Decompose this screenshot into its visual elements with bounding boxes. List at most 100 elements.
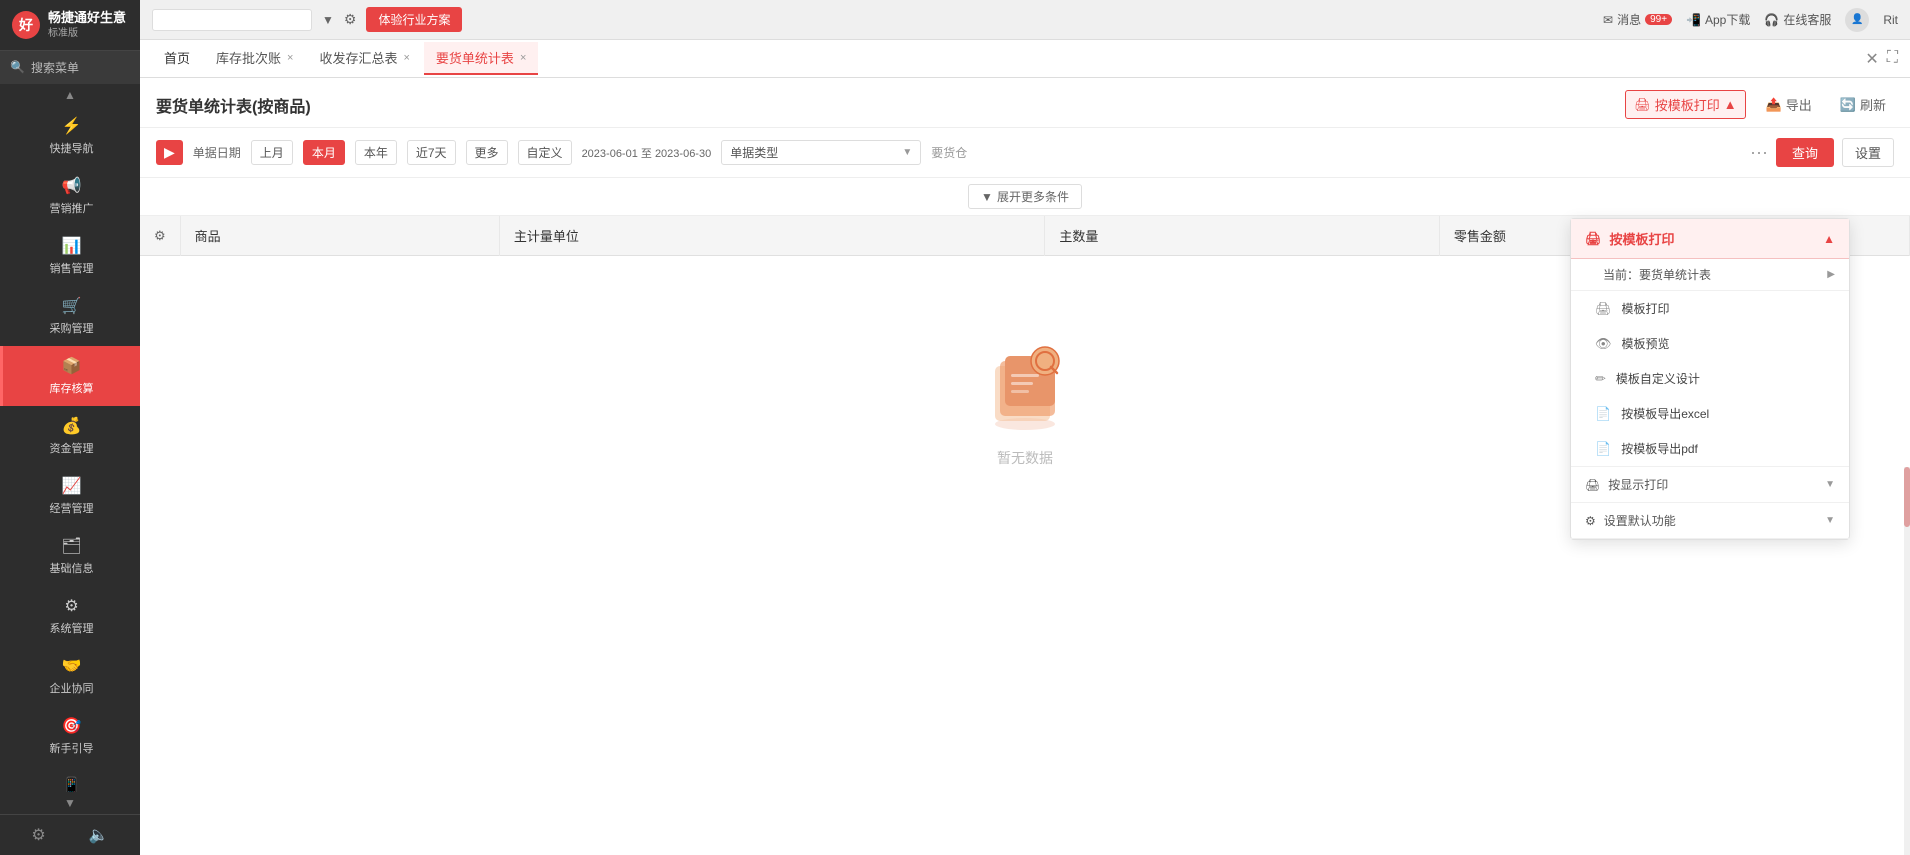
close-tab-collection-summary[interactable]: × — [403, 52, 409, 64]
close-tab-order-statistics[interactable]: × — [520, 52, 526, 64]
tab-collection-summary[interactable]: 收发存汇总表 × — [307, 42, 421, 75]
template-export-excel-item[interactable]: 📄 按模板导出excel — [1571, 396, 1849, 431]
nav-label-operation: 经营管理 — [50, 500, 94, 516]
print-dropdown-collapse-icon: ▲ — [1823, 232, 1835, 246]
print-dropdown-header[interactable]: 🖨 按模板打印 ▲ — [1571, 219, 1849, 259]
tab-batch-account-label: 库存批次账 — [216, 48, 281, 67]
nav-icon-collab: 🤝 — [62, 656, 82, 676]
excel-export-icon: 📄 — [1595, 406, 1611, 422]
print-dropdown-header-left: 🖨 按模板打印 — [1585, 229, 1675, 248]
nav-label-basic-info: 基础信息 — [50, 560, 94, 576]
sidebar-item-sales[interactable]: 📊 销售管理 — [0, 226, 140, 286]
template-export-pdf-item[interactable]: 📄 按模板导出pdf — [1571, 431, 1849, 466]
page-actions: 🖨 按模板打印 ▲ 📤 导出 🔄 刷新 — [1625, 90, 1894, 119]
expand-more-label: 展开更多条件 — [997, 188, 1069, 205]
sidebar-search[interactable]: 🔍 搜索菜单 — [0, 51, 140, 84]
more-options-btn[interactable]: ··· — [1750, 142, 1768, 163]
column-settings-icon[interactable]: ⚙ — [154, 228, 166, 243]
settings-icon[interactable]: ⚙ — [31, 825, 45, 845]
sidebar-item-purchase[interactable]: 🛒 采购管理 — [0, 286, 140, 346]
topbar-search-input[interactable] — [152, 9, 312, 31]
template-print-icon: 🖨 — [1595, 301, 1612, 317]
avatar[interactable]: 👤 — [1845, 8, 1869, 32]
nav-icon-sales: 📊 — [62, 236, 82, 256]
sidebar-item-quick-nav[interactable]: ⚡ 快捷导航 — [0, 106, 140, 166]
date-btn-this-year[interactable]: 本年 — [355, 140, 397, 165]
filter-toggle-btn[interactable]: ▶ — [156, 140, 183, 165]
date-btn-last-month[interactable]: 上月 — [251, 140, 293, 165]
date-filter-label: 单据日期 — [193, 144, 241, 161]
trial-btn[interactable]: 体验行业方案 — [366, 7, 462, 32]
refresh-label: 刷新 — [1860, 95, 1886, 114]
template-preview-item[interactable]: 👁 模板预览 — [1571, 326, 1849, 361]
date-btn-last-7-days[interactable]: 近7天 — [407, 140, 456, 165]
date-btn-custom[interactable]: 自定义 — [518, 140, 572, 165]
speaker-icon[interactable]: 🔈 — [89, 825, 109, 845]
th-goods: 商品 — [180, 216, 499, 256]
tab-close-window-btn[interactable]: ✕ — [1865, 49, 1878, 69]
empty-icon — [975, 336, 1075, 436]
sidebar-logo: 好 畅捷通好生意 标准版 — [0, 0, 140, 51]
app-download-btn[interactable]: 📲 App下载 — [1686, 11, 1750, 28]
sidebar-item-guide[interactable]: 🎯 新手引导 — [0, 706, 140, 766]
tab-order-statistics[interactable]: 要货单统计表 × — [424, 42, 538, 75]
right-scrollbar[interactable] — [1904, 467, 1910, 855]
export-btn[interactable]: 📤 导出 — [1758, 91, 1820, 118]
sidebar-item-system[interactable]: ⚙ 系统管理 — [0, 586, 140, 646]
nav-icon-operation: 📈 — [62, 476, 82, 496]
date-btn-this-month[interactable]: 本月 — [303, 140, 345, 165]
content-area: 要货单统计表(按商品) 🖨 按模板打印 ▲ 📤 导出 🔄 刷新 — [140, 78, 1910, 855]
nav-label-guide: 新手引导 — [50, 740, 94, 756]
download-icon: 📲 — [1686, 13, 1701, 27]
filter-bar: ▶ 单据日期 上月 本月 本年 近7天 更多 自定义 2023-06-01 至 … — [140, 128, 1910, 178]
tab-batch-account[interactable]: 库存批次账 × — [204, 42, 305, 75]
print-dropdown-current-section: 当前：要货单统计表 ▶ — [1571, 259, 1849, 291]
date-btn-more[interactable]: 更多 — [466, 140, 508, 165]
messages-btn[interactable]: ✉ 消息 99+ — [1603, 11, 1672, 28]
sidebar-item-app-center[interactable]: 📱 应用中心 — [0, 766, 140, 792]
sidebar-item-basic-info[interactable]: 🗂 基础信息 — [0, 526, 140, 586]
template-export-excel-label: 按模板导出excel — [1621, 405, 1709, 422]
th-settings[interactable]: ⚙ — [140, 216, 180, 256]
doc-type-select[interactable]: 单据类型 ▼ — [721, 140, 921, 165]
sidebar-brand-text: 畅捷通好生意 标准版 — [48, 10, 126, 40]
tab-home[interactable]: 首页 — [152, 42, 202, 75]
template-custom-design-item[interactable]: ✏ 模板自定义设计 — [1571, 361, 1849, 396]
query-btn[interactable]: 查询 — [1776, 138, 1834, 167]
current-template-select[interactable]: 当前：要货单统计表 ▶ — [1571, 259, 1849, 290]
display-print-left: 🖨 按显示打印 — [1585, 476, 1668, 493]
close-tab-batch-account[interactable]: × — [287, 52, 293, 64]
display-print-subheader[interactable]: 🖨 按显示打印 ▼ — [1571, 467, 1849, 502]
tab-expand-window-btn[interactable]: ⛶ — [1887, 49, 1898, 69]
template-print-item[interactable]: 🖨 模板打印 — [1571, 291, 1849, 326]
sidebar-item-operation[interactable]: 📈 经营管理 — [0, 466, 140, 526]
sidebar-nav: ⚡ 快捷导航 📢 营销推广 📊 销售管理 🛒 采购管理 📦 库存核算 💰 资金管… — [0, 106, 140, 792]
print-template-btn[interactable]: 🖨 按模板打印 ▲ — [1625, 90, 1745, 119]
avatar-icon: 👤 — [1851, 14, 1863, 25]
online-service-btn[interactable]: 🎧 在线客服 — [1764, 11, 1831, 28]
topbar-dropdown-icon[interactable]: ▼ — [322, 13, 334, 27]
export-label: 导出 — [1786, 95, 1812, 114]
nav-icon-basic-info: 🗂 — [61, 536, 81, 556]
nav-icon-app-center: 📱 — [62, 776, 82, 792]
set-default-subheader[interactable]: ⚙ 设置默认功能 ▼ — [1571, 503, 1849, 538]
sidebar-item-finance[interactable]: 💰 资金管理 — [0, 406, 140, 466]
display-print-icon: 🖨 — [1585, 478, 1600, 492]
sidebar-item-marketing[interactable]: 📢 营销推广 — [0, 166, 140, 226]
page-header: 要货单统计表(按商品) 🖨 按模板打印 ▲ 📤 导出 🔄 刷新 — [140, 78, 1910, 128]
nav-label-collab: 企业协同 — [50, 680, 94, 696]
sidebar-scroll-up[interactable]: ▲ — [0, 84, 140, 106]
expand-more-btn[interactable]: ▼ 展开更多条件 — [968, 184, 1082, 209]
topbar-gear-icon[interactable]: ⚙ — [344, 11, 357, 28]
settings-btn[interactable]: 设置 — [1842, 138, 1894, 167]
refresh-btn[interactable]: 🔄 刷新 — [1832, 91, 1894, 118]
sidebar-item-collab[interactable]: 🤝 企业协同 — [0, 646, 140, 706]
sidebar-scroll-down[interactable]: ▼ — [0, 792, 140, 814]
display-print-label: 按显示打印 — [1608, 476, 1668, 493]
messages-label: 消息 — [1617, 11, 1641, 28]
search-icon: 🔍 — [10, 60, 25, 74]
doc-type-label: 单据类型 — [730, 144, 778, 161]
scrollbar-thumb — [1904, 467, 1910, 527]
display-print-arrow-icon: ▼ — [1825, 479, 1835, 490]
sidebar-item-inventory[interactable]: 📦 库存核算 — [0, 346, 140, 406]
